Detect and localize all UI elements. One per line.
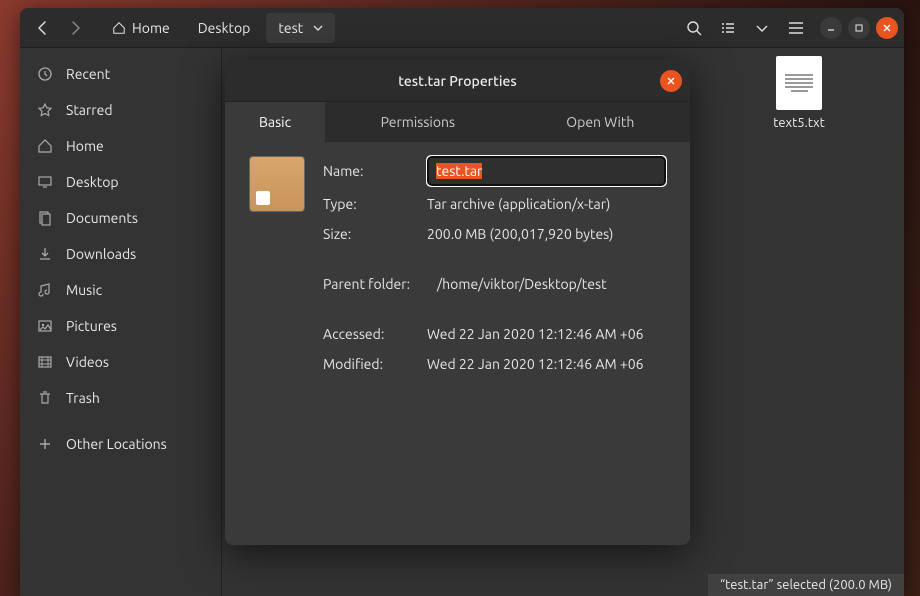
sidebar-item-recent[interactable]: Recent <box>20 56 221 92</box>
sidebar-item-home[interactable]: Home <box>20 128 221 164</box>
tab-open-with[interactable]: Open With <box>532 102 668 142</box>
file-item[interactable]: text5.txt <box>760 56 838 130</box>
type-value: Tar archive (application/x-tar) <box>427 196 610 212</box>
documents-icon <box>36 210 54 226</box>
back-button[interactable] <box>26 13 58 43</box>
plus-icon <box>36 437 54 451</box>
sidebar-item-label: Starred <box>66 102 113 118</box>
clock-icon <box>36 66 54 82</box>
sidebar-item-label: Music <box>66 282 102 298</box>
properties-dialog: test.tar Properties Basic Permissions Op… <box>225 60 690 545</box>
breadcrumb-label: Desktop <box>198 20 251 36</box>
videos-icon <box>36 354 54 370</box>
size-label: Size: <box>323 226 413 242</box>
sidebar-item-label: Documents <box>66 210 138 226</box>
dialog-title: test.tar Properties <box>398 73 516 89</box>
view-options-button[interactable] <box>746 13 778 43</box>
home-icon <box>36 138 54 154</box>
window-minimize-button[interactable] <box>820 17 842 39</box>
tab-basic[interactable]: Basic <box>225 102 325 143</box>
dialog-tabs: Basic Permissions Open With <box>225 102 690 142</box>
view-list-button[interactable] <box>712 13 744 43</box>
pictures-icon <box>36 318 54 334</box>
sidebar-item-label: Trash <box>66 390 100 406</box>
sidebar-item-trash[interactable]: Trash <box>20 380 221 416</box>
dialog-header: test.tar Properties <box>225 60 690 102</box>
size-value: 200.0 MB (200,017,920 bytes) <box>427 226 613 242</box>
sidebar-item-label: Recent <box>66 66 110 82</box>
name-label: Name: <box>323 163 413 179</box>
headerbar: Home Desktop test <box>20 8 904 48</box>
sidebar-item-label: Downloads <box>66 246 136 262</box>
file-name: text5.txt <box>773 116 824 130</box>
download-icon <box>36 246 54 262</box>
sidebar-item-pictures[interactable]: Pictures <box>20 308 221 344</box>
sidebar-item-documents[interactable]: Documents <box>20 200 221 236</box>
sidebar-item-desktop[interactable]: Desktop <box>20 164 221 200</box>
window-maximize-button[interactable] <box>848 17 870 39</box>
trash-icon <box>36 390 54 406</box>
parent-folder-label: Parent folder: <box>323 276 423 292</box>
tab-permissions[interactable]: Permissions <box>347 102 489 142</box>
dialog-body: Name: Type: Tar archive (application/x-t… <box>225 142 690 545</box>
sidebar-item-downloads[interactable]: Downloads <box>20 236 221 272</box>
sidebar-item-label: Videos <box>66 354 109 370</box>
accessed-value: Wed 22 Jan 2020 12:12:46 AM +06 <box>427 326 644 342</box>
type-label: Type: <box>323 196 413 212</box>
modified-label: Modified: <box>323 356 413 372</box>
breadcrumb-label: test <box>278 20 303 36</box>
forward-button[interactable] <box>60 13 92 43</box>
sidebar-item-starred[interactable]: Starred <box>20 92 221 128</box>
sidebar-item-videos[interactable]: Videos <box>20 344 221 380</box>
accessed-label: Accessed: <box>323 326 413 342</box>
search-button[interactable] <box>678 13 710 43</box>
dialog-close-button[interactable] <box>660 70 682 92</box>
sidebar-item-label: Home <box>66 138 104 154</box>
close-icon <box>666 76 676 86</box>
star-icon <box>36 102 54 118</box>
desktop-icon <box>36 174 54 190</box>
parent-folder-value: /home/viktor/Desktop/test <box>437 276 607 292</box>
status-bar: “test.tar” selected (200.0 MB) <box>708 574 904 596</box>
breadcrumb: Home Desktop test <box>100 13 335 43</box>
sidebar-item-music[interactable]: Music <box>20 272 221 308</box>
modified-value: Wed 22 Jan 2020 12:12:46 AM +06 <box>427 356 644 372</box>
breadcrumb-desktop[interactable]: Desktop <box>186 13 263 43</box>
breadcrumb-home[interactable]: Home <box>100 13 182 43</box>
breadcrumb-test[interactable]: test <box>266 13 335 43</box>
sidebar-item-label: Other Locations <box>66 436 167 452</box>
hamburger-menu-button[interactable] <box>780 13 812 43</box>
window-close-button[interactable] <box>876 17 898 39</box>
sidebar-item-other-locations[interactable]: Other Locations <box>20 426 221 462</box>
breadcrumb-label: Home <box>132 20 170 36</box>
text-file-icon <box>776 56 822 110</box>
sidebar-item-label: Pictures <box>66 318 117 334</box>
music-icon <box>36 282 54 298</box>
sidebar-item-label: Desktop <box>66 174 119 190</box>
name-input[interactable] <box>427 156 666 186</box>
sidebar: Recent Starred Home Desktop Documents Do… <box>20 48 222 596</box>
file-type-icon <box>249 156 305 212</box>
